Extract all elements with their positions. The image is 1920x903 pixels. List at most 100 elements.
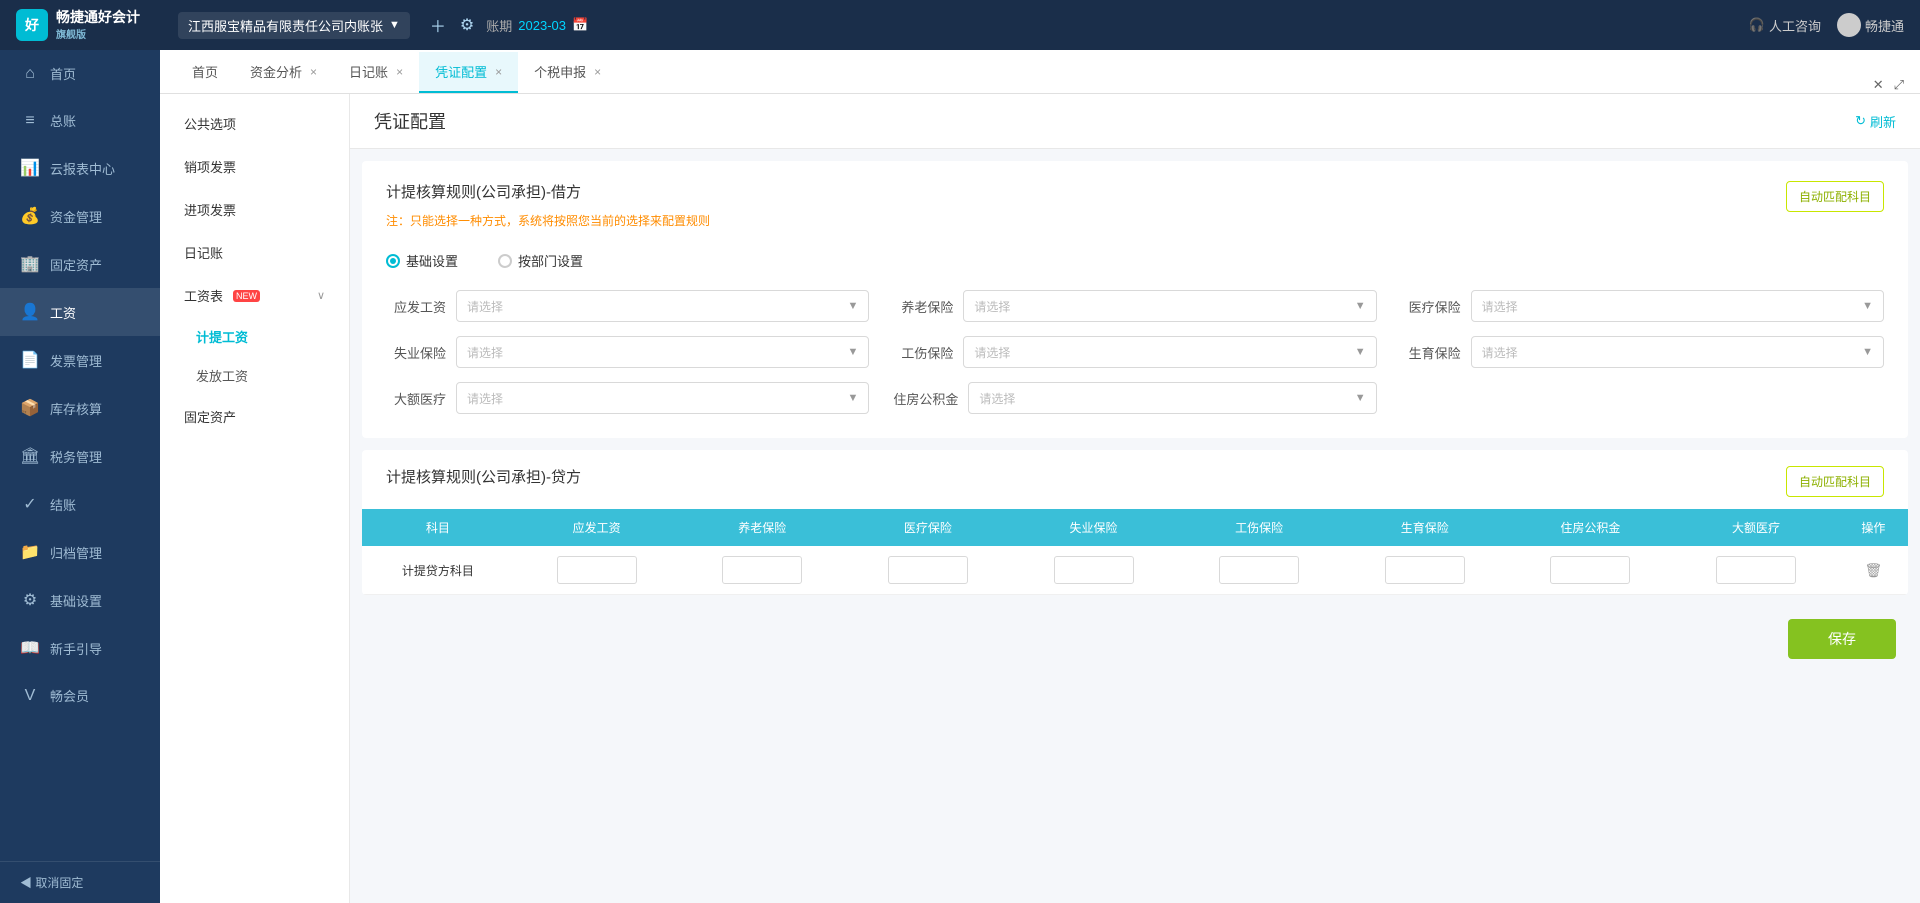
td-pension-input[interactable]: [679, 546, 845, 595]
th-unemployment: 失业保险: [1011, 509, 1177, 546]
refresh-button[interactable]: ↻ 刷新: [1855, 112, 1896, 131]
radio-by-department[interactable]: 按部门设置: [498, 251, 583, 270]
td-major-medical-input[interactable]: [1673, 546, 1839, 595]
td-delete[interactable]: 🗑: [1839, 546, 1908, 595]
close-journal-tab[interactable]: ×: [396, 65, 403, 79]
chevron-down-icon: ▼: [389, 19, 400, 31]
user-menu[interactable]: 畅捷通: [1837, 13, 1904, 37]
chevron-down-icon: ▼: [1862, 300, 1873, 312]
left-nav-pay-salary[interactable]: 发放工资: [160, 356, 349, 395]
sidebar-item-basic-settings[interactable]: ⚙ 基础设置: [0, 576, 160, 624]
sidebar-item-guide[interactable]: 📖 新手引导: [0, 624, 160, 672]
delete-icon[interactable]: 🗑: [1865, 562, 1883, 578]
th-medical: 医疗保险: [845, 509, 1011, 546]
sidebar-item-archive[interactable]: 📁 归档管理: [0, 528, 160, 576]
sidebar-item-salary[interactable]: 👤 工资: [0, 288, 160, 336]
close-voucher-config-tab[interactable]: ×: [495, 65, 502, 79]
salary-select[interactable]: 请选择 ▼: [456, 290, 869, 322]
table-header-row: 科目 应发工资 养老保险 医疗保险 失业保险 工伤保险 生育保险 住房公积金 大…: [362, 509, 1908, 546]
left-nav-accrued-salary[interactable]: 计提工资: [160, 317, 349, 356]
injury-input[interactable]: [1219, 556, 1299, 584]
td-housing-input[interactable]: [1508, 546, 1674, 595]
tab-tax-declaration[interactable]: 个税申报 ×: [518, 52, 617, 93]
close-tab-icon[interactable]: ✕: [1873, 77, 1884, 93]
sidebar-item-general-ledger[interactable]: ≡ 总账: [0, 97, 160, 144]
expand-icon[interactable]: ⤢: [1894, 77, 1904, 93]
sidebar-item-vip[interactable]: V 畅会员: [0, 672, 160, 719]
chevron-down-icon: ▼: [1355, 392, 1366, 404]
form-row-maternity: 生育保险 请选择 ▼: [1401, 336, 1884, 368]
left-nav-sales-invoice[interactable]: 销项发票: [160, 145, 349, 188]
tab-fund-analysis[interactable]: 资金分析 ×: [234, 52, 333, 93]
major-medical-input[interactable]: [1716, 556, 1796, 584]
tab-voucher-config[interactable]: 凭证配置 ×: [419, 52, 518, 93]
left-nav-public-options[interactable]: 公共选项: [160, 102, 349, 145]
headset-icon: 🎧: [1749, 17, 1765, 33]
invoice-icon: 📄: [20, 350, 40, 370]
save-btn-area: 保存: [350, 607, 1920, 671]
save-button[interactable]: 保存: [1788, 619, 1896, 659]
gear-icon: ⚙: [20, 590, 40, 610]
left-nav-salary-table[interactable]: 工资表 NEW ∨: [160, 274, 349, 317]
form-row-unemployment: 失业保险 请选择 ▼: [386, 336, 869, 368]
sidebar-item-funds[interactable]: 💰 资金管理: [0, 192, 160, 240]
app-name: 畅捷通好会计 旗舰版: [56, 9, 140, 41]
th-injury: 工伤保险: [1176, 509, 1342, 546]
td-medical-input[interactable]: [845, 546, 1011, 595]
pension-input[interactable]: [722, 556, 802, 584]
td-maternity-input[interactable]: [1342, 546, 1508, 595]
ledger-icon: ≡: [20, 112, 40, 130]
credit-auto-match-button[interactable]: 自动匹配科目: [1786, 466, 1884, 497]
td-salary-input[interactable]: [514, 546, 680, 595]
maternity-input[interactable]: [1385, 556, 1465, 584]
sidebar-item-close-accounts[interactable]: ✓ 结账: [0, 480, 160, 528]
sidebar-item-tax[interactable]: 🏛 税务管理: [0, 432, 160, 480]
left-nav-purchase-invoice[interactable]: 进项发票: [160, 188, 349, 231]
cancel-pin-button[interactable]: ◀ 取消固定: [0, 861, 160, 903]
th-major-medical: 大额医疗: [1673, 509, 1839, 546]
td-unemployment-input[interactable]: [1011, 546, 1177, 595]
td-injury-input[interactable]: [1176, 546, 1342, 595]
chevron-down-icon: ∨: [317, 289, 325, 302]
close-fund-analysis-tab[interactable]: ×: [310, 65, 317, 79]
company-selector[interactable]: 江西服宝精品有限责任公司内账张 ▼: [178, 12, 410, 39]
sidebar-item-home[interactable]: ⌂ 首页: [0, 50, 160, 97]
tab-home[interactable]: 首页: [176, 52, 234, 93]
tax-icon: 🏛: [20, 446, 40, 466]
sidebar-item-invoice[interactable]: 📄 发票管理: [0, 336, 160, 384]
tab-journal[interactable]: 日记账 ×: [333, 52, 419, 93]
top-right-area: 🎧 人工咨询 畅捷通: [1749, 13, 1904, 37]
sidebar-item-assets[interactable]: 🏢 固定资产: [0, 240, 160, 288]
funds-icon: 💰: [20, 206, 40, 226]
chevron-down-icon: ▼: [847, 300, 858, 312]
page-header: 凭证配置 ↻ 刷新: [350, 94, 1920, 149]
th-maternity: 生育保险: [1342, 509, 1508, 546]
major-medical-select[interactable]: 请选择 ▼: [456, 382, 869, 414]
form-row-medical: 医疗保险 请选择 ▼: [1401, 290, 1884, 322]
close-tax-declaration-tab[interactable]: ×: [594, 65, 601, 79]
medical-select[interactable]: 请选择 ▼: [1471, 290, 1884, 322]
left-nav-journal[interactable]: 日记账: [160, 231, 349, 274]
radio-basic-settings[interactable]: 基础设置: [386, 251, 458, 270]
salary-input[interactable]: [557, 556, 637, 584]
tab-bar: 首页 资金分析 × 日记账 × 凭证配置 × 个税申报 × ✕ ⤢: [160, 50, 1920, 94]
medical-input[interactable]: [888, 556, 968, 584]
unemployment-input[interactable]: [1054, 556, 1134, 584]
calendar-icon[interactable]: 📅: [572, 17, 588, 33]
sidebar-item-reports[interactable]: 📊 云报表中心: [0, 144, 160, 192]
sidebar-item-inventory[interactable]: 📦 库存核算: [0, 384, 160, 432]
settings-icon[interactable]: ⚙: [460, 15, 474, 35]
left-nav-fixed-assets[interactable]: 固定资产: [160, 395, 349, 438]
unemployment-select[interactable]: 请选择 ▼: [456, 336, 869, 368]
support-button[interactable]: 🎧 人工咨询: [1749, 16, 1821, 35]
maternity-select[interactable]: 请选择 ▼: [1471, 336, 1884, 368]
injury-select[interactable]: 请选择 ▼: [963, 336, 1376, 368]
debit-auto-match-button[interactable]: 自动匹配科目: [1786, 181, 1884, 212]
pension-select[interactable]: 请选择 ▼: [963, 290, 1376, 322]
housing-fund-select[interactable]: 请选择 ▼: [968, 382, 1376, 414]
logo-icon: 好: [16, 9, 48, 41]
add-icon[interactable]: ＋: [430, 13, 446, 37]
vip-icon: V: [20, 687, 40, 705]
th-housing: 住房公积金: [1508, 509, 1674, 546]
housing-input[interactable]: [1550, 556, 1630, 584]
